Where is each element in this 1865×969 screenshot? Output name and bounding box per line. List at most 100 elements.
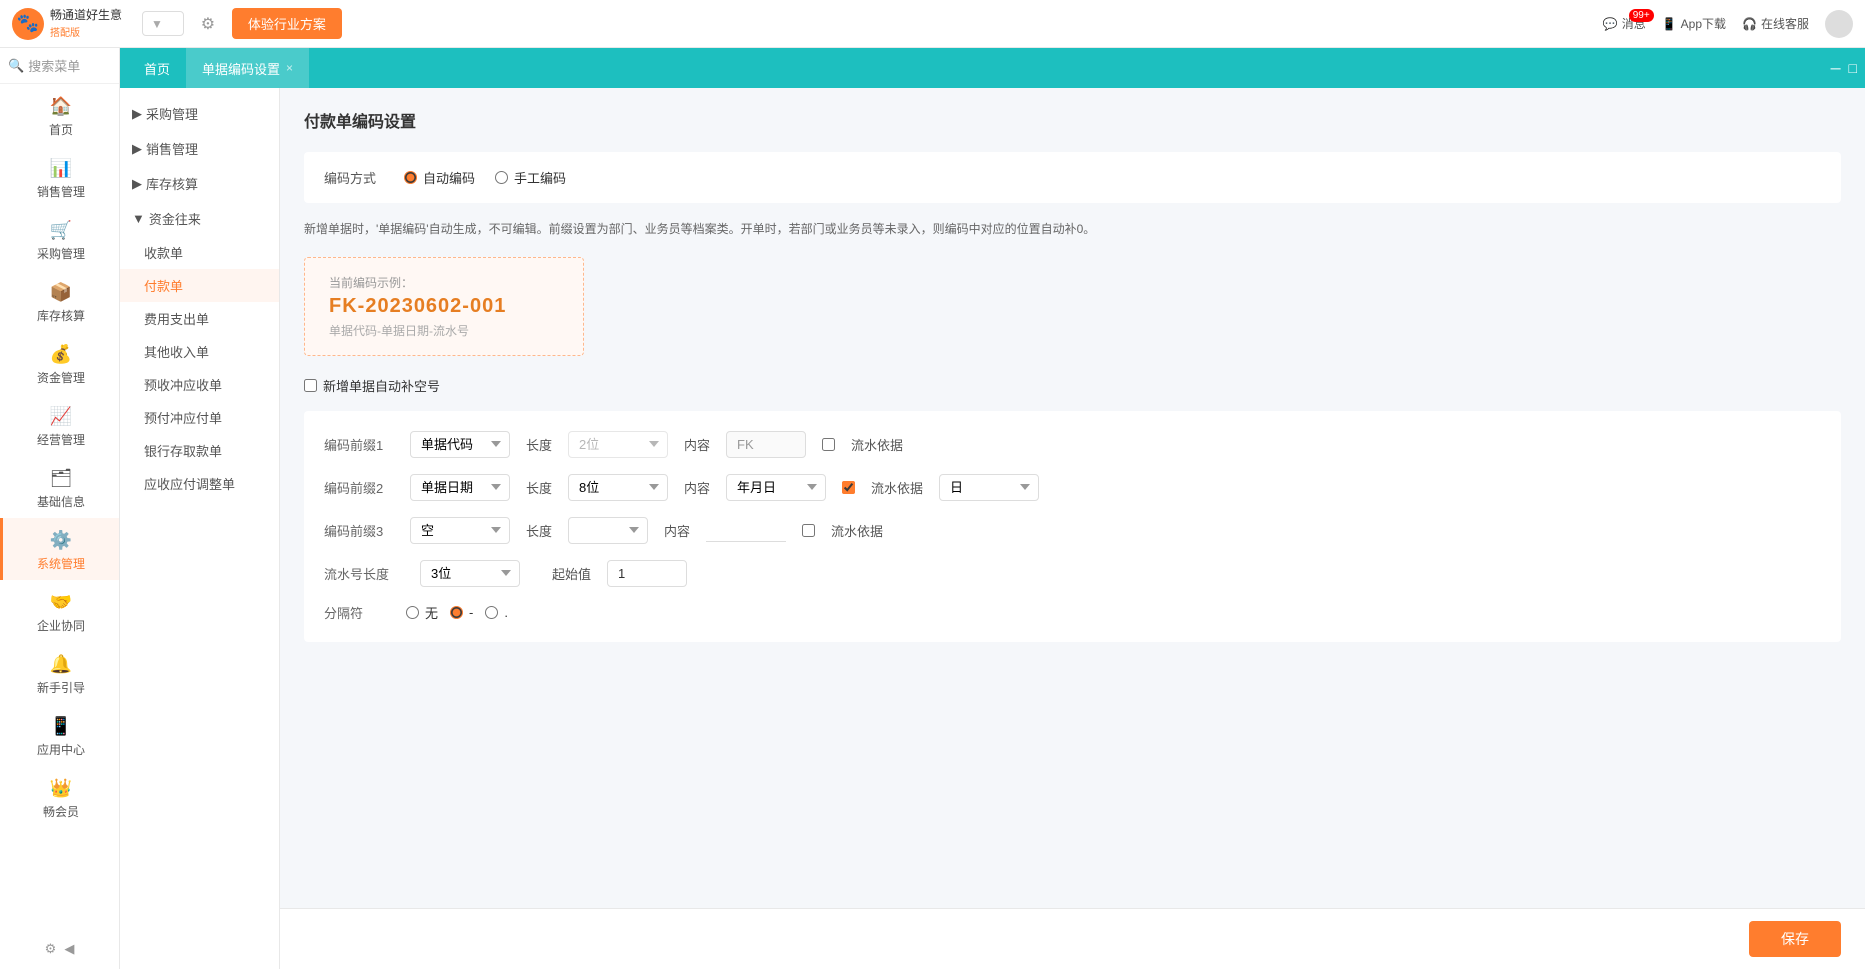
sidebar-collapse-icon[interactable]: ◀ [64, 941, 74, 957]
sidebar-item-operations[interactable]: 📈 经营管理 [0, 394, 119, 456]
purchase-icon: 🛒 [50, 220, 72, 241]
length2-label: 长度 [526, 478, 552, 497]
sub-sidebar: ▶ 采购管理 ▶ 销售管理 ▶ 库存核算 ▼ 资金往来 [120, 88, 280, 969]
flow-unit-select[interactable]: 日 [939, 474, 1039, 501]
basic-icon: 🗂 [50, 468, 73, 489]
sales-icon: 📊 [50, 158, 72, 179]
flow-length-select[interactable]: 3位 [420, 560, 520, 587]
content2-select[interactable]: 年月日 [726, 474, 826, 501]
auto-encoding-radio[interactable] [404, 171, 417, 184]
sidebar-bottom: ⚙ ◀ [0, 929, 119, 969]
encoding-type-radio-group: 编码方式 自动编码 手工编码 [324, 168, 1821, 187]
sep-dot-option[interactable]: . [485, 605, 508, 620]
sidebar-item-system-label: 系统管理 [37, 555, 85, 572]
chevron-right-icon: ▶ [132, 106, 142, 122]
sidebar-item-operations-label: 经营管理 [37, 431, 85, 448]
page-title: 付款单编码设置 [304, 108, 1841, 132]
tab-close-icon[interactable]: × [286, 61, 293, 75]
sub-group-inventory: ▶ 库存核算 [120, 166, 279, 201]
separator-label: 分隔符 [324, 603, 394, 622]
inventory-icon: 📦 [50, 282, 72, 303]
company-dropdown[interactable]: ▼ [142, 11, 184, 36]
prefix1-select[interactable]: 单据代码 [410, 431, 510, 458]
tab-maximize-icon[interactable]: □ [1849, 60, 1857, 76]
auto-fill-label: 新增单据自动补空号 [323, 376, 440, 395]
sidebar-item-enterprise[interactable]: 🤝 企业协同 [0, 580, 119, 642]
flow-basis-checkbox-3[interactable] [802, 524, 815, 537]
app-download-label: App下载 [1681, 15, 1726, 32]
sep-dash-radio[interactable] [450, 606, 463, 619]
sub-group-purchase-title[interactable]: ▶ 采购管理 [120, 96, 279, 131]
sep-none-radio[interactable] [406, 606, 419, 619]
member-icon: 👑 [50, 778, 72, 799]
sidebar-item-basic[interactable]: 🗂 基础信息 [0, 456, 119, 518]
sep-none-option[interactable]: 无 [406, 603, 438, 622]
flow-basis-checkbox-1[interactable] [822, 438, 835, 451]
online-support-btn[interactable]: 🎧 在线客服 [1742, 15, 1809, 32]
sub-item-expense[interactable]: 费用支出单 [120, 302, 279, 335]
chevron-right-icon-2: ▶ [132, 141, 142, 157]
prefix3-label: 编码前缀3 [324, 521, 394, 540]
sep-dash-option[interactable]: - [450, 605, 473, 620]
sidebar-item-inventory[interactable]: 📦 库存核算 [0, 270, 119, 332]
search-label: 搜索菜单 [28, 56, 80, 75]
sidebar: 🔍 搜索菜单 🏠 首页 📊 销售管理 🛒 采购管理 📦 库存核算 💰 资金管理 … [0, 48, 120, 969]
sub-item-advance-pay[interactable]: 预付冲应付单 [120, 401, 279, 434]
auto-fill-checkbox[interactable] [304, 379, 317, 392]
flow-basis-label-2: 流水依据 [871, 478, 923, 497]
sub-group-inventory-title[interactable]: ▶ 库存核算 [120, 166, 279, 201]
content3-label: 内容 [664, 521, 690, 540]
flow-basis-checkbox-2[interactable] [842, 481, 855, 494]
length1-select[interactable]: 2位 [568, 431, 668, 458]
content1-input [726, 431, 806, 458]
sub-group-sales-title[interactable]: ▶ 销售管理 [120, 131, 279, 166]
sidebar-item-sales[interactable]: 📊 销售管理 [0, 146, 119, 208]
sub-item-advance-receive[interactable]: 预收冲应收单 [120, 368, 279, 401]
content3-input[interactable] [706, 518, 786, 542]
guide-icon: 🔔 [50, 654, 72, 675]
settings-icon[interactable]: ⚙ [192, 8, 224, 40]
sub-item-payment[interactable]: 付款单 [120, 269, 279, 302]
start-value-label: 起始值 [552, 564, 591, 583]
messages-btn[interactable]: 💬 消息 99+ [1603, 15, 1646, 32]
sub-item-payable-adjust[interactable]: 应收应付调整单 [120, 467, 279, 500]
tab-minimize-icon[interactable]: ─ [1831, 60, 1841, 76]
sub-group-sales: ▶ 销售管理 [120, 131, 279, 166]
flow-length-label: 流水号长度 [324, 564, 404, 583]
manual-encoding-option[interactable]: 手工编码 [495, 168, 566, 187]
sidebar-item-guide[interactable]: 🔔 新手引导 [0, 642, 119, 704]
sep-dot-label: . [504, 605, 508, 620]
tab-encoding[interactable]: 单据编码设置 × [186, 48, 309, 88]
sep-dot-radio[interactable] [485, 606, 498, 619]
prefix3-select[interactable]: 空 [410, 517, 510, 544]
sidebar-item-member[interactable]: 👑 畅会员 [0, 766, 119, 828]
content1-label: 内容 [684, 435, 710, 454]
sidebar-item-home[interactable]: 🏠 首页 [0, 84, 119, 146]
length3-select[interactable] [568, 517, 648, 544]
save-button[interactable]: 保存 [1749, 921, 1841, 957]
top-bar-center: ▼ ⚙ 体验行业方案 [142, 8, 1593, 40]
settings-bottom-icon[interactable]: ⚙ [45, 941, 57, 957]
sub-item-other-income[interactable]: 其他收入单 [120, 335, 279, 368]
trial-button[interactable]: 体验行业方案 [232, 8, 342, 39]
sidebar-item-system[interactable]: ⚙️ 系统管理 [0, 518, 119, 580]
prefix2-select[interactable]: 单据日期 [410, 474, 510, 501]
user-avatar[interactable] [1825, 10, 1853, 38]
messages-badge: 99+ [1629, 9, 1654, 22]
length2-select[interactable]: 8位 [568, 474, 668, 501]
auto-encoding-option[interactable]: 自动编码 [404, 168, 475, 187]
app-download-btn[interactable]: 📱 App下载 [1662, 15, 1726, 32]
start-value-input[interactable]: 1 [607, 560, 687, 587]
sub-item-bank-deposit[interactable]: 银行存取款单 [120, 434, 279, 467]
chevron-down-icon: ▼ [132, 211, 145, 226]
sub-group-finance-title[interactable]: ▼ 资金往来 [120, 201, 279, 236]
sidebar-item-finance[interactable]: 💰 资金管理 [0, 332, 119, 394]
manual-encoding-radio[interactable] [495, 171, 508, 184]
sub-group-purchase: ▶ 采购管理 [120, 96, 279, 131]
sub-item-receipt[interactable]: 收款单 [120, 236, 279, 269]
sidebar-item-purchase[interactable]: 🛒 采购管理 [0, 208, 119, 270]
main-layout: 首页 单据编码设置 × ─ □ ▶ 采购管理 ▶ 销售管理 [120, 48, 1865, 969]
sidebar-search[interactable]: 🔍 搜索菜单 [0, 48, 119, 84]
sidebar-item-app[interactable]: 📱 应用中心 [0, 704, 119, 766]
tab-home[interactable]: 首页 [128, 48, 186, 88]
